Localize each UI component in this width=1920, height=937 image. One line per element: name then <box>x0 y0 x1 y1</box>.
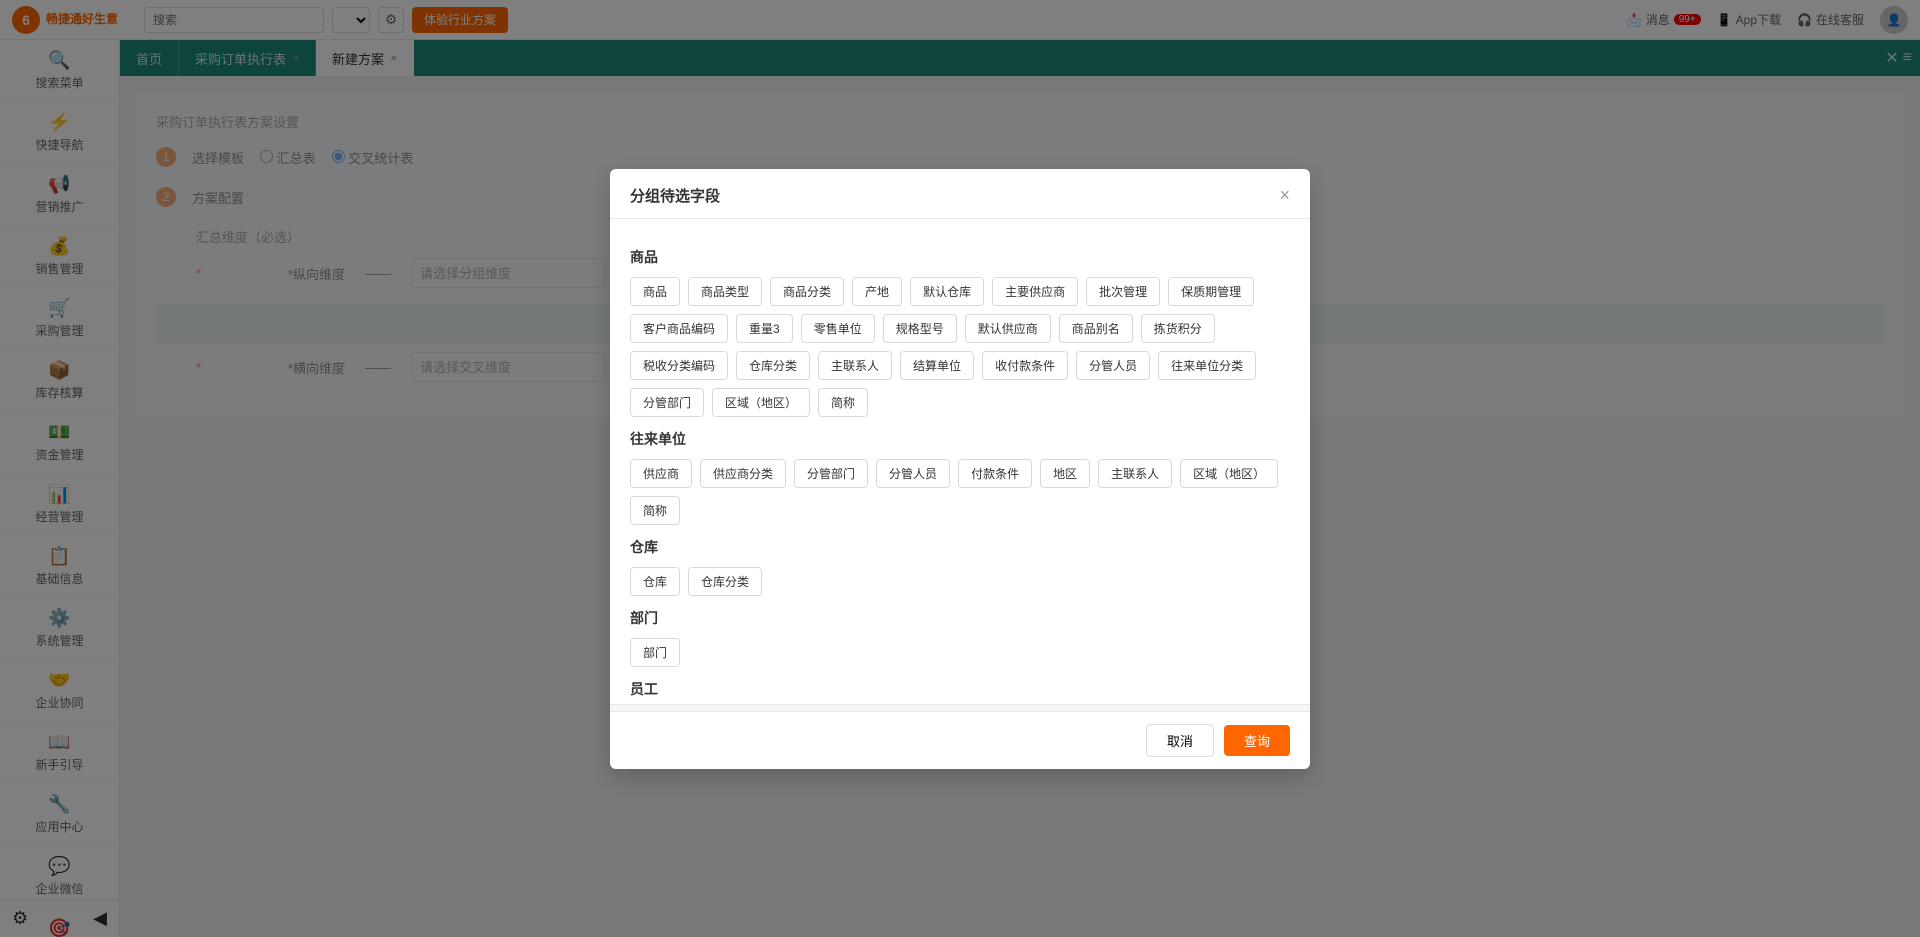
field-tag-0-16[interactable]: 仓库分类 <box>736 351 810 380</box>
field-tag-0-4[interactable]: 默认仓库 <box>910 277 984 306</box>
modal-header: 分组待选字段 × <box>610 169 1310 219</box>
field-tag-1-4[interactable]: 付款条件 <box>958 459 1032 488</box>
field-grid-3: 部门 <box>630 638 1290 667</box>
field-tag-0-24[interactable]: 简称 <box>818 388 868 417</box>
field-tag-2-0[interactable]: 仓库 <box>630 567 680 596</box>
field-tag-0-3[interactable]: 产地 <box>852 277 902 306</box>
field-tag-2-1[interactable]: 仓库分类 <box>688 567 762 596</box>
section-title-2: 仓库 <box>630 537 1290 557</box>
confirm-button[interactable]: 查询 <box>1224 725 1290 756</box>
field-tag-0-23[interactable]: 区域（地区） <box>712 388 810 417</box>
cancel-button[interactable]: 取消 <box>1146 724 1214 757</box>
field-tag-0-21[interactable]: 往来单位分类 <box>1158 351 1256 380</box>
field-tag-0-0[interactable]: 商品 <box>630 277 680 306</box>
field-tag-1-0[interactable]: 供应商 <box>630 459 692 488</box>
modal-footer: 取消 查询 <box>610 711 1310 769</box>
field-tag-0-8[interactable]: 客户商品编码 <box>630 314 728 343</box>
field-tag-1-3[interactable]: 分管人员 <box>876 459 950 488</box>
field-tag-1-2[interactable]: 分管部门 <box>794 459 868 488</box>
field-tag-0-12[interactable]: 默认供应商 <box>965 314 1051 343</box>
modal-close-button[interactable]: × <box>1279 185 1290 206</box>
field-grid-2: 仓库仓库分类 <box>630 567 1290 596</box>
field-tag-0-6[interactable]: 批次管理 <box>1086 277 1160 306</box>
field-tag-0-18[interactable]: 结算单位 <box>900 351 974 380</box>
section-title-1: 往来单位 <box>630 429 1290 449</box>
field-tag-0-11[interactable]: 规格型号 <box>883 314 957 343</box>
section-title-0: 商品 <box>630 247 1290 267</box>
field-tag-0-22[interactable]: 分管部门 <box>630 388 704 417</box>
field-tag-0-2[interactable]: 商品分类 <box>770 277 844 306</box>
field-tag-0-10[interactable]: 零售单位 <box>801 314 875 343</box>
modal-body[interactable]: 商品商品商品类型商品分类产地默认仓库主要供应商批次管理保质期管理客户商品编码重量… <box>610 219 1310 705</box>
field-tag-1-7[interactable]: 区域（地区） <box>1180 459 1278 488</box>
field-tag-0-9[interactable]: 重量3 <box>736 314 793 343</box>
field-tag-0-13[interactable]: 商品别名 <box>1059 314 1133 343</box>
field-tag-3-0[interactable]: 部门 <box>630 638 680 667</box>
field-tag-0-20[interactable]: 分管人员 <box>1076 351 1150 380</box>
modal-overlay: 分组待选字段 × 商品商品商品类型商品分类产地默认仓库主要供应商批次管理保质期管… <box>0 0 1920 937</box>
field-grid-0: 商品商品类型商品分类产地默认仓库主要供应商批次管理保质期管理客户商品编码重量3 零… <box>630 277 1290 417</box>
field-tag-0-5[interactable]: 主要供应商 <box>992 277 1078 306</box>
field-tag-0-7[interactable]: 保质期管理 <box>1168 277 1254 306</box>
field-select-modal: 分组待选字段 × 商品商品商品类型商品分类产地默认仓库主要供应商批次管理保质期管… <box>610 169 1310 769</box>
field-tag-0-1[interactable]: 商品类型 <box>688 277 762 306</box>
field-tag-1-1[interactable]: 供应商分类 <box>700 459 786 488</box>
field-tag-1-5[interactable]: 地区 <box>1040 459 1090 488</box>
section-title-3: 部门 <box>630 608 1290 628</box>
field-tag-1-8[interactable]: 简称 <box>630 496 680 525</box>
field-tag-0-17[interactable]: 主联系人 <box>818 351 892 380</box>
field-grid-1: 供应商供应商分类分管部门分管人员付款条件地区主联系人区域（地区） 简称 <box>630 459 1290 525</box>
section-title-4: 员工 <box>630 679 1290 699</box>
field-tag-0-15[interactable]: 税收分类编码 <box>630 351 728 380</box>
modal-title: 分组待选字段 <box>630 185 720 206</box>
field-tag-0-19[interactable]: 收付款条件 <box>982 351 1068 380</box>
field-tag-1-6[interactable]: 主联系人 <box>1098 459 1172 488</box>
field-tag-0-14[interactable]: 拣货积分 <box>1141 314 1215 343</box>
